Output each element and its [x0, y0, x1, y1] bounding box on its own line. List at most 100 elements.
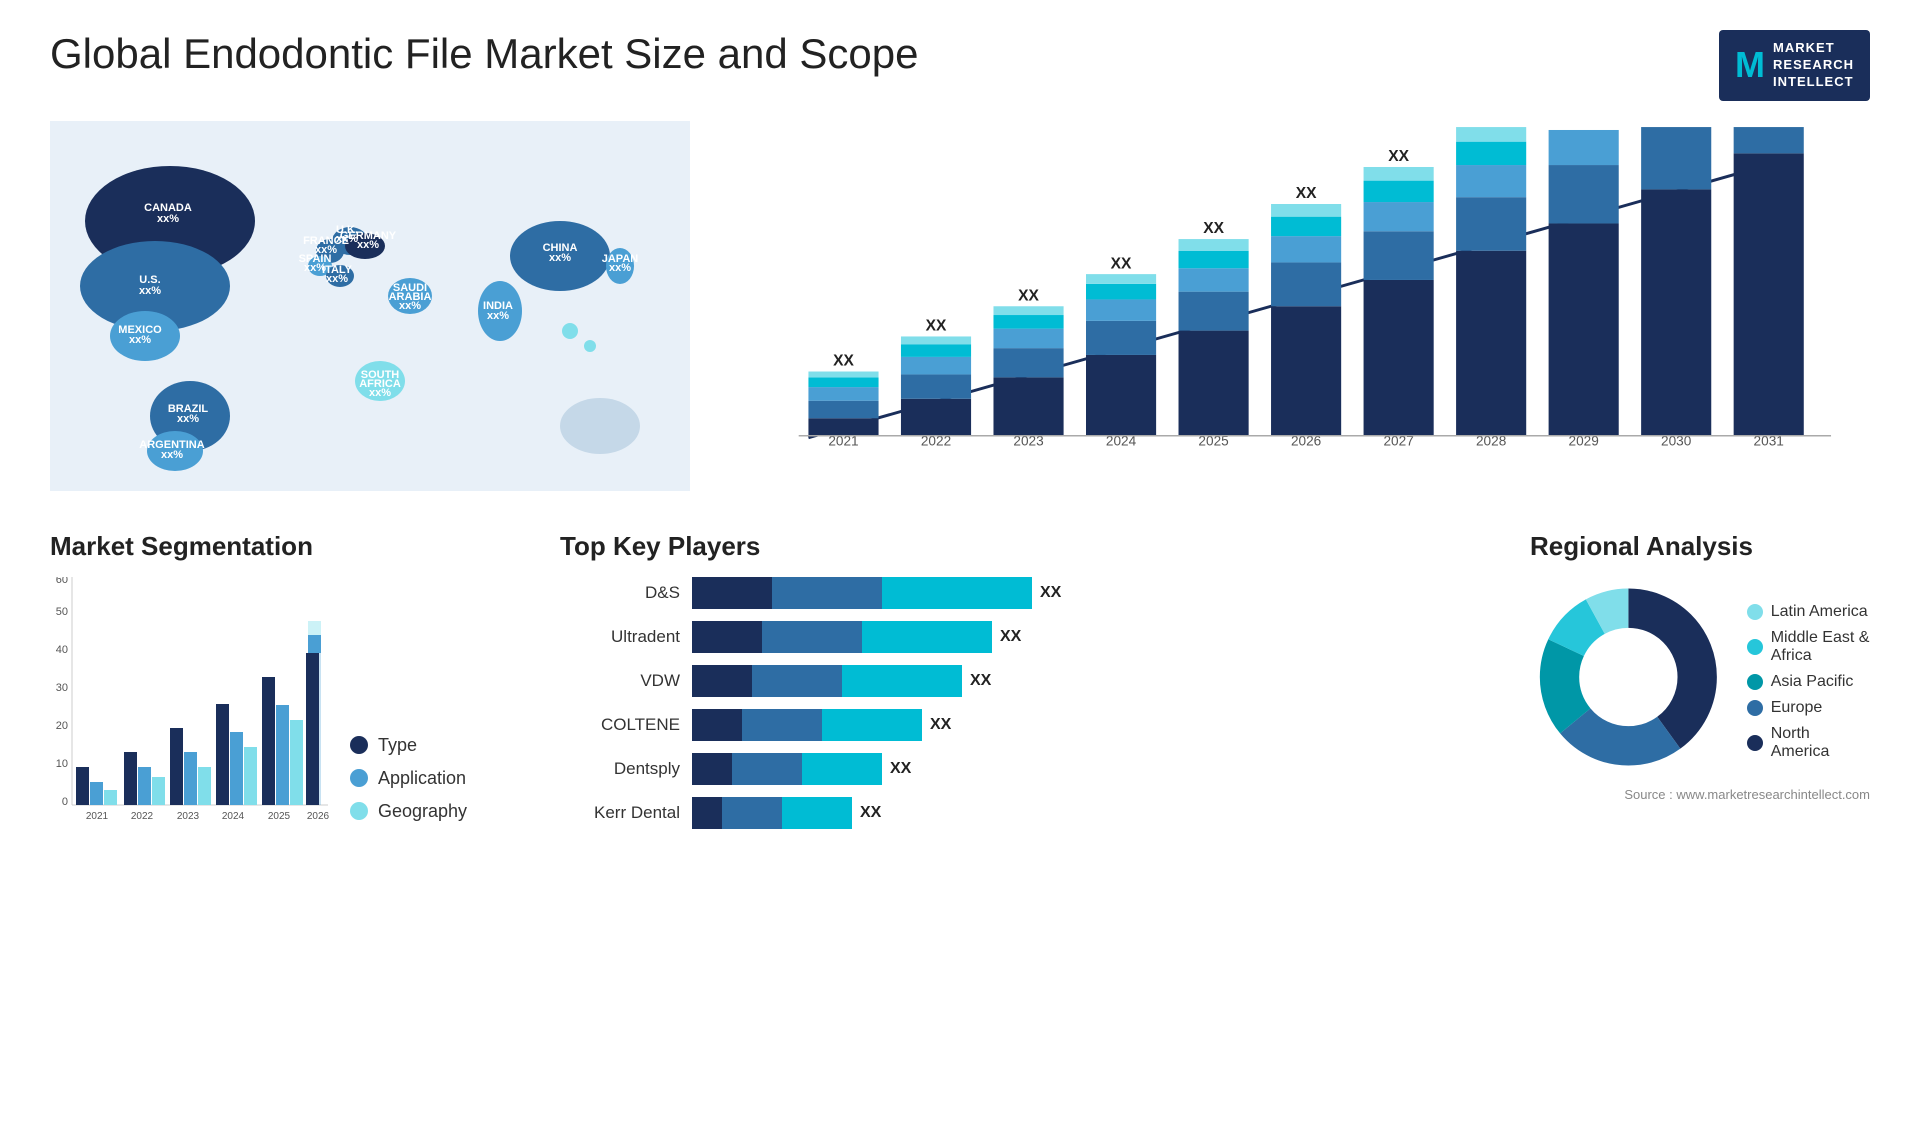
- segmentation-section: Market Segmentation 0 10 20 30 40 50 60: [50, 531, 530, 842]
- player-value: XX: [890, 760, 911, 778]
- svg-text:xx%: xx%: [177, 413, 199, 425]
- source-text: Source : www.marketresearchintellect.com: [1530, 787, 1870, 802]
- svg-text:10: 10: [56, 758, 68, 770]
- legend-geography: Geography: [350, 801, 467, 822]
- svg-text:XX: XX: [1481, 121, 1502, 124]
- svg-text:XX: XX: [1388, 148, 1409, 165]
- legend-type: Type: [350, 735, 467, 756]
- svg-text:50: 50: [56, 606, 68, 618]
- bar-seg3: [782, 797, 852, 829]
- north-america-dot: [1747, 735, 1763, 751]
- bar-seg3: [862, 621, 992, 653]
- player-name: D&S: [560, 583, 680, 603]
- bar-seg2: [742, 709, 822, 741]
- player-bar: [692, 621, 992, 653]
- svg-text:20: 20: [56, 720, 68, 732]
- player-bar: [692, 577, 1032, 609]
- svg-text:60: 60: [56, 577, 68, 586]
- application-dot: [350, 769, 368, 787]
- player-bar-container: XX: [692, 665, 991, 697]
- svg-text:xx%: xx%: [399, 300, 421, 312]
- svg-text:2025: 2025: [268, 811, 291, 822]
- segmentation-chart: 0 10 20 30 40 50 60 2021: [50, 577, 330, 837]
- bar-seg2: [732, 753, 802, 785]
- player-name: VDW: [560, 671, 680, 691]
- logo-m-letter: M: [1735, 44, 1765, 86]
- player-bar: [692, 753, 882, 785]
- player-bar-container: XX: [692, 753, 911, 785]
- bar-seg1: [692, 577, 772, 609]
- bar-seg3: [802, 753, 882, 785]
- svg-text:XX: XX: [926, 317, 947, 334]
- svg-text:XX: XX: [1018, 287, 1039, 304]
- player-name: Dentsply: [560, 759, 680, 779]
- svg-text:30: 30: [56, 682, 68, 694]
- world-map: CANADA xx% U.S. xx% MEXICO xx% BRAZIL xx…: [50, 121, 690, 491]
- type-dot: [350, 736, 368, 754]
- player-value: XX: [1040, 584, 1061, 602]
- bar-seg1: [692, 621, 762, 653]
- player-bar: [692, 709, 922, 741]
- player-value: XX: [1000, 628, 1021, 646]
- legend-europe: Europe: [1747, 699, 1870, 717]
- asia-pacific-label: Asia Pacific: [1771, 673, 1854, 691]
- svg-text:XX: XX: [1203, 220, 1224, 237]
- logo: M MARKETRESEARCHINTELLECT: [1719, 30, 1870, 101]
- growth-chart: XX 2021 XX 2022: [750, 121, 1870, 511]
- bar-seg2: [752, 665, 842, 697]
- svg-text:XX: XX: [833, 352, 854, 369]
- legend-north-america: North America: [1747, 725, 1870, 761]
- geography-dot: [350, 802, 368, 820]
- application-label: Application: [378, 768, 466, 789]
- page-title: Global Endodontic File Market Size and S…: [50, 30, 919, 78]
- north-america-label: North America: [1771, 725, 1870, 761]
- svg-text:40: 40: [56, 644, 68, 656]
- player-value: XX: [930, 716, 951, 734]
- legend-middle-east: Middle East &Africa: [1747, 629, 1870, 665]
- player-row: D&S XX: [560, 577, 1500, 609]
- player-row: Dentsply XX: [560, 753, 1500, 785]
- svg-text:xx%: xx%: [549, 252, 571, 264]
- middle-east-label: Middle East &Africa: [1771, 629, 1870, 665]
- bar-seg1: [692, 753, 732, 785]
- europe-dot: [1747, 700, 1763, 716]
- svg-text:xx%: xx%: [161, 449, 183, 461]
- svg-text:2023: 2023: [177, 811, 200, 822]
- regional-section: Regional Analysis: [1530, 531, 1870, 842]
- svg-text:XX: XX: [1296, 185, 1317, 202]
- svg-text:xx%: xx%: [369, 387, 391, 399]
- player-bar-container: XX: [692, 621, 1021, 653]
- bar-seg2: [772, 577, 882, 609]
- player-row: Ultradent XX: [560, 621, 1500, 653]
- legend-asia-pacific: Asia Pacific: [1747, 673, 1870, 691]
- svg-text:0: 0: [62, 796, 68, 808]
- bar-seg3: [882, 577, 1032, 609]
- svg-text:xx%: xx%: [609, 262, 631, 274]
- regional-title: Regional Analysis: [1530, 531, 1870, 562]
- svg-text:2024: 2024: [222, 811, 245, 822]
- players-title: Top Key Players: [560, 531, 1500, 562]
- player-row: COLTENE XX: [560, 709, 1500, 741]
- bar-seg2: [722, 797, 782, 829]
- bar-seg2: [762, 621, 862, 653]
- player-name: Kerr Dental: [560, 803, 680, 823]
- svg-text:xx%: xx%: [139, 285, 161, 297]
- segmentation-title: Market Segmentation: [50, 531, 530, 562]
- legend-application: Application: [350, 768, 467, 789]
- regional-donut-chart: [1530, 577, 1727, 777]
- logo-text: MARKETRESEARCHINTELLECT: [1773, 40, 1854, 91]
- type-label: Type: [378, 735, 417, 756]
- bar-seg1: [692, 665, 752, 697]
- svg-text:XX: XX: [1111, 255, 1132, 272]
- player-row: VDW XX: [560, 665, 1500, 697]
- svg-text:xx%: xx%: [157, 213, 179, 225]
- player-value: XX: [970, 672, 991, 690]
- segmentation-legend: Type Application Geography: [350, 735, 467, 842]
- asia-pacific-dot: [1747, 674, 1763, 690]
- player-value: XX: [860, 804, 881, 822]
- player-bar-container: XX: [692, 797, 881, 829]
- players-bars-list: D&S XX Ultradent: [560, 577, 1500, 829]
- players-section: Top Key Players D&S XX Ultradent: [560, 531, 1500, 842]
- svg-text:xx%: xx%: [357, 239, 379, 251]
- bar-seg1: [692, 709, 742, 741]
